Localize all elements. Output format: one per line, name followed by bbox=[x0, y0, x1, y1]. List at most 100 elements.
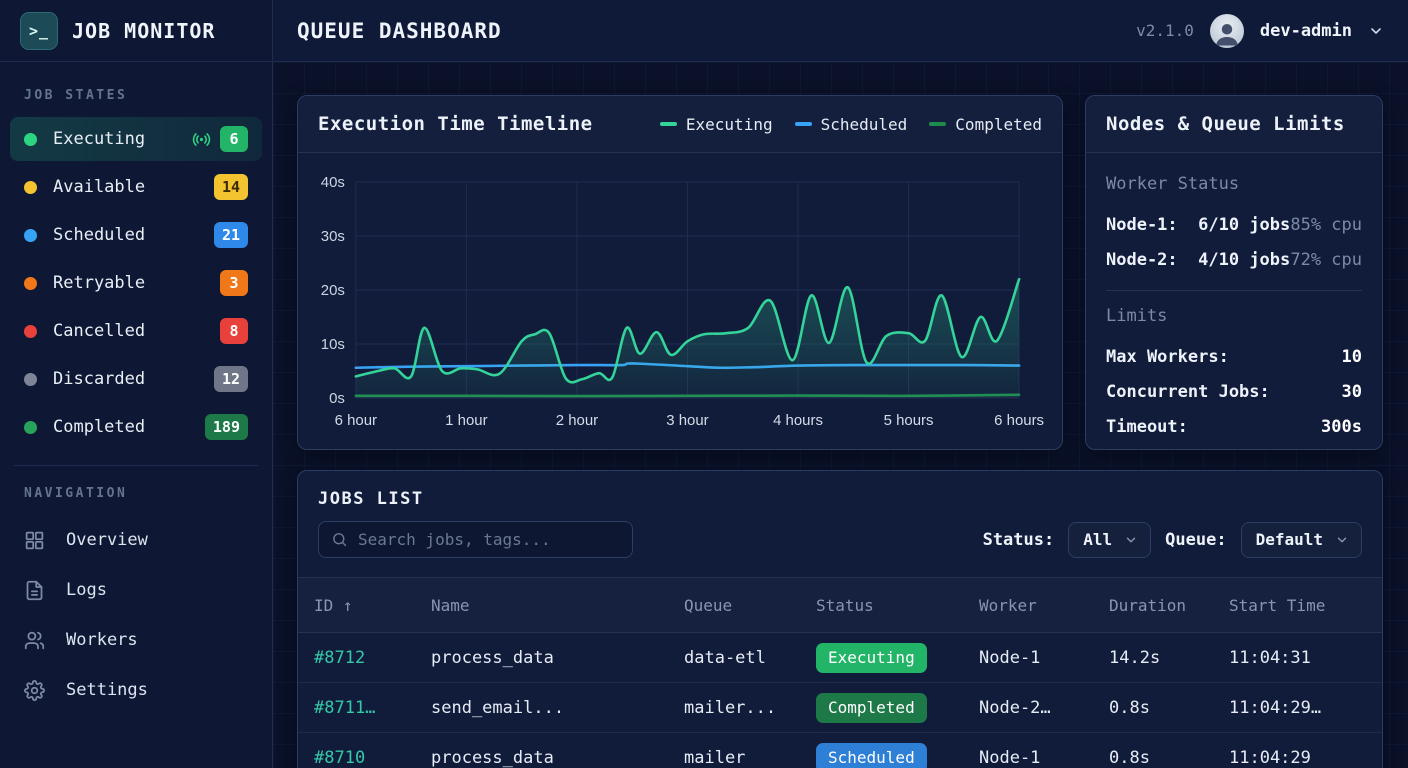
worker-status-label: Worker Status bbox=[1106, 174, 1240, 194]
job-duration: 14.2s bbox=[1109, 647, 1161, 668]
limit-row: Max Workers: 10 bbox=[1106, 339, 1362, 374]
sidebar-state-item[interactable]: Scheduled 21 bbox=[10, 213, 262, 257]
column-header[interactable]: Worker bbox=[979, 596, 1109, 615]
job-id-link[interactable]: #8711… bbox=[314, 698, 431, 718]
sidebar-state-item[interactable]: Discarded 12 bbox=[10, 357, 262, 401]
svg-text:6 hour: 6 hour bbox=[335, 412, 377, 429]
nav-label: Logs bbox=[66, 580, 107, 600]
chevron-down-icon[interactable] bbox=[1368, 23, 1384, 39]
svg-text:5 hours: 5 hours bbox=[884, 412, 934, 429]
state-count-badge: 3 bbox=[220, 270, 248, 296]
legend-label: Completed bbox=[955, 114, 1042, 134]
table-row[interactable]: #8712 process_data data-etl Executing No… bbox=[298, 633, 1382, 683]
page-title: QUEUE DASHBOARD bbox=[297, 18, 502, 43]
limit-row: Concurrent Jobs: 30 bbox=[1106, 374, 1362, 409]
queue-filter-select[interactable]: Default bbox=[1240, 521, 1362, 558]
column-header[interactable]: Status bbox=[816, 596, 979, 615]
avatar[interactable] bbox=[1209, 13, 1244, 48]
job-worker: Node-1 bbox=[979, 747, 1041, 768]
svg-text:0s: 0s bbox=[329, 390, 345, 407]
jobs-list-title: JOBS LIST bbox=[318, 489, 424, 509]
limit-row: Timeout: 300s bbox=[1106, 409, 1362, 444]
job-duration: 0.8s bbox=[1109, 697, 1150, 718]
table-row[interactable]: #8711… send_email... mailer... Completed… bbox=[298, 683, 1382, 733]
node-cpu: 72% cpu bbox=[1290, 249, 1362, 270]
state-count-badge: 12 bbox=[213, 366, 248, 392]
job-status-cell: Executing bbox=[816, 642, 979, 673]
limit-value: 30 bbox=[1341, 381, 1362, 402]
app-header: >_ JOB MONITOR QUEUE DASHBOARD v2.1.0 de… bbox=[0, 0, 1408, 62]
state-dot bbox=[24, 276, 37, 290]
file-icon bbox=[24, 580, 45, 601]
status-filter-select[interactable]: All bbox=[1068, 521, 1152, 558]
state-label: Executing bbox=[53, 129, 146, 149]
job-states-section-label: JOB STATES bbox=[24, 88, 128, 103]
svg-text:40s: 40s bbox=[321, 174, 345, 191]
job-queue: data-etl bbox=[684, 647, 766, 668]
sidebar-nav-item[interactable]: Workers bbox=[10, 615, 262, 665]
job-id-link[interactable]: #8710 bbox=[314, 748, 431, 768]
limit-name: Max Workers: bbox=[1106, 346, 1229, 367]
nav-label: Overview bbox=[66, 530, 148, 550]
job-name: process_data bbox=[431, 747, 554, 768]
job-duration: 0.8s bbox=[1109, 747, 1150, 768]
user-menu-label[interactable]: dev-admin bbox=[1260, 21, 1352, 41]
sidebar-divider bbox=[14, 465, 258, 466]
sidebar-state-item[interactable]: Cancelled 8 bbox=[10, 309, 262, 353]
execution-timeline-card: Execution Time Timeline Executing Schedu… bbox=[297, 95, 1063, 450]
state-label: Completed bbox=[53, 417, 146, 437]
state-count-badge: 21 bbox=[213, 222, 248, 248]
column-header[interactable]: Start Time bbox=[1229, 596, 1382, 615]
limit-value: 10 bbox=[1341, 346, 1362, 367]
users-icon bbox=[24, 630, 45, 651]
sidebar-state-item[interactable]: Retryable 3 bbox=[10, 261, 262, 305]
state-label: Retryable bbox=[53, 273, 146, 293]
job-start-time: 11:04:29 bbox=[1229, 747, 1311, 768]
node-cpu: 85% cpu bbox=[1290, 214, 1362, 235]
column-header[interactable]: ID ↑ bbox=[314, 596, 431, 615]
chart-title: Execution Time Timeline bbox=[318, 113, 593, 135]
limits-label: Limits bbox=[1106, 306, 1168, 326]
table-body: #8712 process_data data-etl Executing No… bbox=[298, 633, 1382, 768]
state-dot bbox=[24, 372, 37, 386]
limit-name: Timeout: bbox=[1106, 416, 1188, 437]
job-status-cell: Completed bbox=[816, 692, 979, 723]
node-label: Node-1: bbox=[1106, 214, 1178, 235]
svg-text:10s: 10s bbox=[321, 336, 345, 353]
navigation-section-label: NAVIGATION bbox=[24, 486, 128, 501]
gear-icon bbox=[24, 679, 45, 701]
gear-icon bbox=[24, 679, 45, 701]
svg-text:3 hour: 3 hour bbox=[666, 412, 708, 429]
sidebar-state-item[interactable]: Executing 6 bbox=[10, 117, 262, 161]
column-header[interactable]: Queue bbox=[684, 596, 816, 615]
state-label: Discarded bbox=[53, 369, 146, 389]
live-signal-icon bbox=[192, 130, 211, 149]
state-dot bbox=[24, 324, 37, 338]
version-label: v2.1.0 bbox=[1136, 21, 1194, 40]
search-icon bbox=[333, 533, 347, 547]
limit-value: 300s bbox=[1321, 416, 1362, 437]
node-status-row: Node-2: 4/10 jobs 72% cpu bbox=[1106, 242, 1362, 277]
sidebar-state-item[interactable]: Available 14 bbox=[10, 165, 262, 209]
queue-filter-label: Queue: bbox=[1165, 529, 1227, 550]
job-start-time: 11:04:31 bbox=[1229, 647, 1311, 668]
jobs-table: ID ↑ Name Queue Status Worker Duration Start T… bbox=[298, 577, 1382, 768]
svg-text:20s: 20s bbox=[321, 282, 345, 299]
column-header[interactable]: Duration bbox=[1109, 596, 1229, 615]
svg-text:4 hours: 4 hours bbox=[773, 412, 823, 429]
state-dot bbox=[24, 228, 37, 242]
sidebar-nav-item[interactable]: Logs bbox=[10, 565, 262, 615]
sidebar: JOB STATES Executing 6 Available 14 Sche… bbox=[0, 62, 273, 768]
nav-label: Settings bbox=[66, 680, 148, 700]
sidebar-state-item[interactable]: Completed 189 bbox=[10, 405, 262, 449]
column-header[interactable]: Name bbox=[431, 596, 684, 615]
sidebar-nav-item[interactable]: Settings bbox=[10, 665, 262, 715]
status-badge: Completed bbox=[816, 692, 927, 723]
grid-icon bbox=[24, 530, 45, 551]
queue-filter-value: Default bbox=[1255, 530, 1323, 549]
sidebar-nav-item[interactable]: Overview bbox=[10, 515, 262, 565]
state-label: Scheduled bbox=[53, 225, 146, 245]
job-id-link[interactable]: #8712 bbox=[314, 648, 431, 668]
table-row[interactable]: #8710 process_data mailer Scheduled Node… bbox=[298, 733, 1382, 768]
search-input[interactable] bbox=[358, 530, 620, 549]
